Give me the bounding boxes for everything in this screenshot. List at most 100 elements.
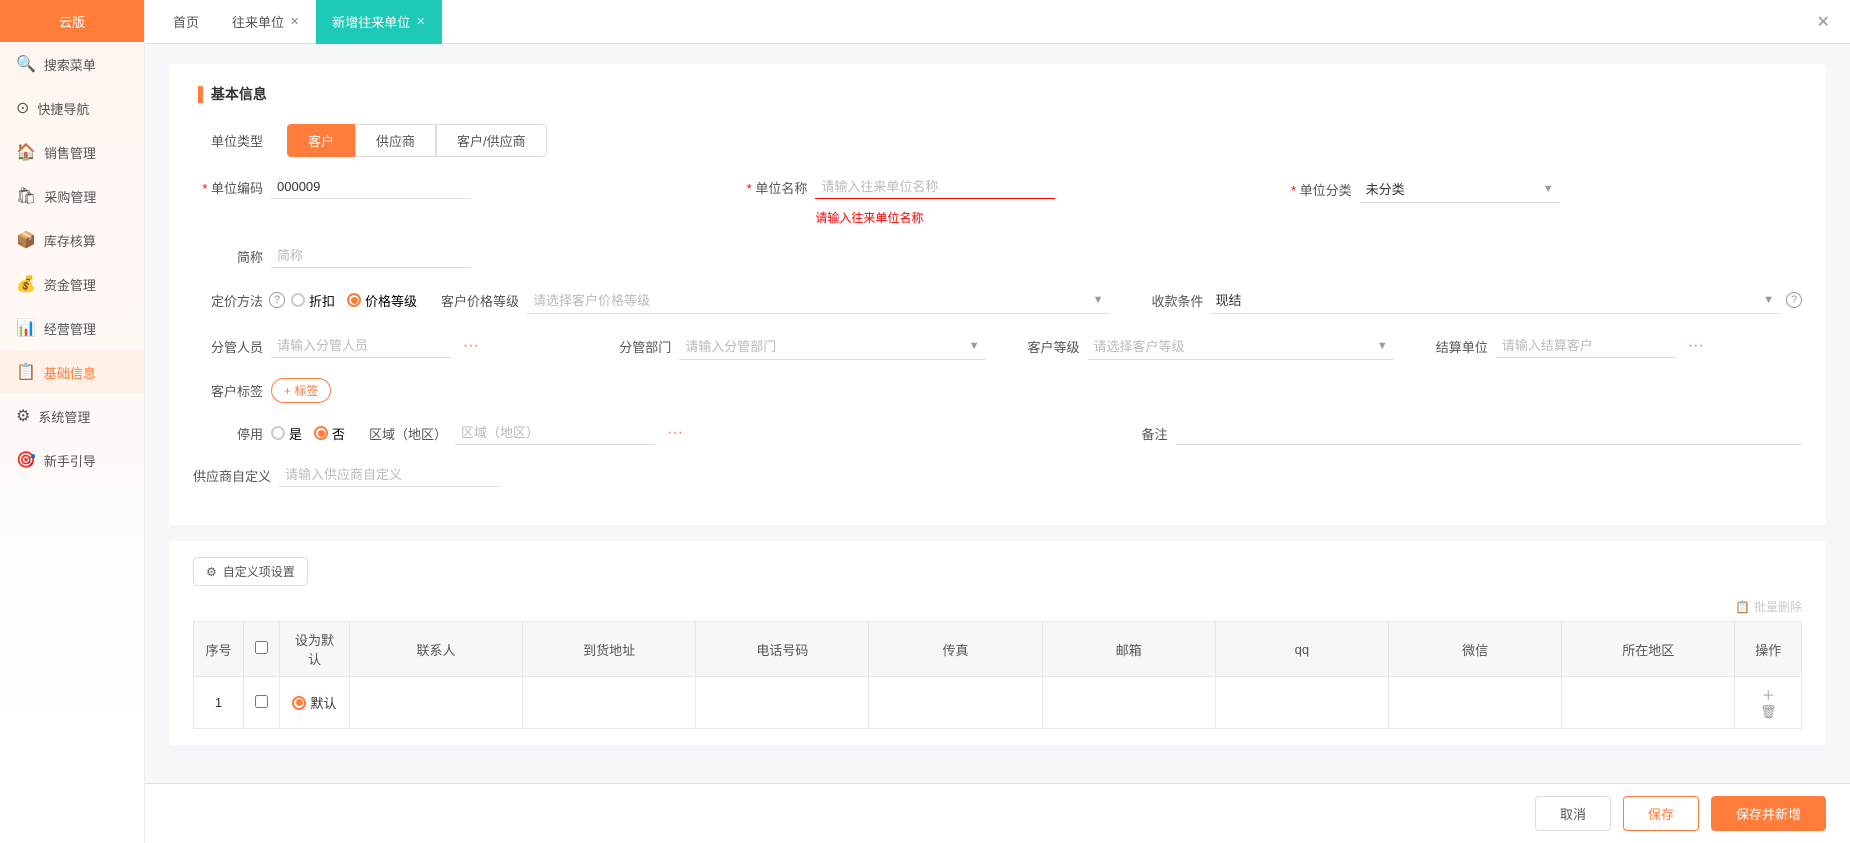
col-region: 所在地区 [1562,622,1735,677]
manager-more-icon[interactable]: ··· [463,337,479,355]
unit-type-buttons: 客户 供应商 客户/供应商 [287,124,547,157]
sidebar-item-quick-nav[interactable]: ⊙ 快捷导航 [0,86,144,130]
dept-label: 分管部门 [601,337,671,356]
sidebar-item-operations[interactable]: 📊 经营管理 [0,306,144,350]
unit-type-both-btn[interactable]: 客户/供应商 [436,124,547,157]
pricing-level-radio[interactable]: 价格等级 [347,291,417,310]
dept-select[interactable]: 请输入分管部门 ▼ [679,332,985,360]
unit-code-input[interactable] [271,175,471,199]
select-all-checkbox[interactable] [255,641,268,654]
basic-info-section: ▐ 基本信息 单位类型 客户 供应商 客户/供应商 单位编码 [169,64,1826,525]
table-section: ⚙ 自定义项设置 📋 批量删除 序号 设为默认 联系人 到货地址 [169,541,1826,745]
row-num: 1 [194,677,244,729]
col-num: 序号 [194,622,244,677]
address-input[interactable] [533,695,685,710]
supplier-custom-field: 供应商自定义 [193,463,1802,487]
tab-transactions[interactable]: 往来单位 ✕ [216,0,316,44]
sidebar-item-system[interactable]: ⚙ 系统管理 [0,394,144,438]
cancel-button[interactable]: 取消 [1535,796,1611,831]
pricing-discount-radio[interactable]: 折扣 [291,291,335,310]
unit-type-supplier-btn[interactable]: 供应商 [355,124,436,157]
sidebar-item-label: 系统管理 [38,407,90,426]
sidebar-item-purchase[interactable]: 🛍 采购管理 [0,174,144,218]
unit-category-select[interactable]: 未分类 ▼ [1360,175,1560,203]
settlement-label: 结算单位 [1418,337,1488,356]
supplier-custom-row: 供应商自定义 [193,463,1802,487]
row-wechat-cell [1389,677,1562,729]
settlement-more-icon[interactable]: ··· [1688,337,1704,355]
disabled-radio-group: 是 否 [271,424,345,443]
disabled-yes-radio[interactable]: 是 [271,424,302,443]
disabled-label: 停用 [193,424,263,443]
default-radio[interactable]: 默认 [290,693,339,712]
row-fax-cell [869,677,1042,729]
customer-price-select[interactable]: 请选择客户价格等级 ▼ [527,286,1109,314]
table-header: 序号 设为默认 联系人 到货地址 电话号码 传真 邮箱 qq 微信 所在地区 [194,622,1802,677]
payment-terms-select[interactable]: 现结 ▼ [1210,286,1780,314]
sidebar-item-label: 销售管理 [44,143,96,162]
col-address: 到货地址 [523,622,696,677]
settlement-input[interactable] [1496,334,1676,358]
supplier-custom-input[interactable] [279,463,499,487]
sidebar-logo: 云版 [0,0,144,42]
disabled-row: 停用 是 否 区域（地区） ··· [193,421,1802,445]
pricing-help-icon[interactable]: ? [269,292,285,308]
sidebar-item-finance[interactable]: 💰 资金管理 [0,262,144,306]
unit-type-customer-btn[interactable]: 客户 [287,124,355,157]
unit-name-input[interactable] [815,175,1055,199]
remark-label: 备注 [1098,424,1168,443]
chevron-down-icon: ▼ [1093,294,1104,306]
custom-settings-button[interactable]: ⚙ 自定义项设置 [193,557,308,586]
manager-label: 分管人员 [193,337,263,356]
add-row-icon[interactable]: ＋ [1762,688,1775,703]
manager-input[interactable] [271,334,451,358]
chart-icon: 📊 [16,318,36,338]
region-more-icon[interactable]: ··· [667,424,683,442]
add-tag-button[interactable]: + 标签 [271,378,331,403]
region-input[interactable] [455,421,655,445]
payment-help-icon[interactable]: ? [1786,292,1802,308]
sidebar-item-inventory[interactable]: 📦 库存核算 [0,218,144,262]
batch-delete-label[interactable]: 批量删除 [1754,598,1802,615]
pricing-row: 定价方法 ? 折扣 价格等级 客户价格等级 [193,286,1802,314]
settings-icon: ⚙ [206,565,217,579]
batch-delete-icon: 📋 [1735,600,1750,614]
remark-input[interactable] [1176,421,1802,445]
tab-new-transaction-label: 新增往来单位 [332,12,410,31]
customer-level-label: 客户等级 [1010,337,1080,356]
qq-input[interactable] [1226,695,1378,710]
wechat-input[interactable] [1399,695,1551,710]
window-close-button[interactable]: ✕ [1809,8,1838,36]
customer-price-field: 客户价格等级 请选择客户价格等级 ▼ [441,286,1109,314]
email-input[interactable] [1053,695,1205,710]
level-label: 价格等级 [365,291,417,310]
phone-input[interactable] [706,695,858,710]
sidebar-item-guide[interactable]: 🎯 新手引导 [0,438,144,482]
section-icon: ▐ [193,86,203,102]
fax-input[interactable] [879,695,1031,710]
customer-level-select[interactable]: 请选择客户等级 ▼ [1088,332,1394,360]
tab-new-transaction-close[interactable]: ✕ [416,15,425,28]
col-wechat: 微信 [1389,622,1562,677]
unit-name-error: 请输入往来单位名称 [815,209,923,226]
dept-field: 分管部门 请输入分管部门 ▼ [601,332,985,360]
unit-name-label: 单位名称 [737,178,807,197]
table-body: 1 默认 [194,677,1802,729]
save-new-button[interactable]: 保存并新增 [1711,796,1826,831]
sidebar-item-search[interactable]: 🔍 搜索菜单 [0,42,144,86]
disabled-no-radio[interactable]: 否 [314,424,345,443]
tab-new-transaction[interactable]: 新增往来单位 ✕ [316,0,442,44]
tab-transactions-close[interactable]: ✕ [290,15,299,28]
sidebar-item-basic[interactable]: 📋 基础信息 [0,350,144,394]
region-table-input[interactable] [1572,695,1724,710]
delete-row-icon[interactable]: 🗑 [1760,704,1777,719]
save-button[interactable]: 保存 [1623,796,1699,831]
abbr-input[interactable] [271,244,471,268]
tab-home[interactable]: 首页 [157,0,216,44]
sidebar-item-label: 搜索菜单 [44,55,96,74]
row-checkbox[interactable] [255,695,268,708]
dept-placeholder: 请输入分管部门 [685,336,776,355]
contact-input[interactable] [360,695,512,710]
sidebar-item-sales[interactable]: 🏠 销售管理 [0,130,144,174]
sidebar-item-label: 快捷导航 [37,99,89,118]
